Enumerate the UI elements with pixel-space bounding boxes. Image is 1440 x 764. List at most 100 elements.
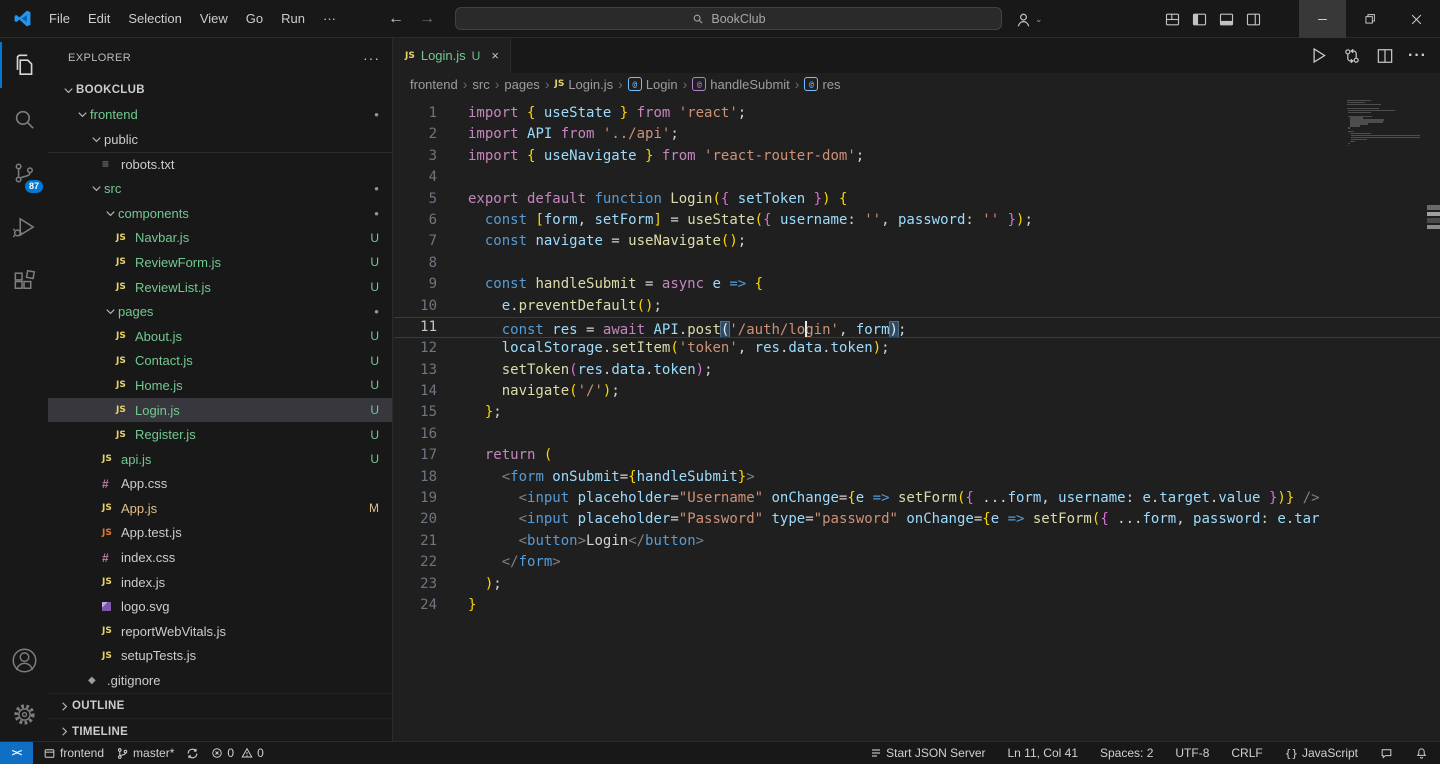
- split-editor-icon[interactable]: [1375, 46, 1395, 66]
- tree-item-reviewlist-js[interactable]: JSReviewList.jsU: [48, 275, 392, 300]
- code-line-6[interactable]: 6 const [form, setForm] = useState({ use…: [394, 210, 1440, 231]
- code-line-5[interactable]: 5export default function Login({ setToke…: [394, 189, 1440, 210]
- tree-item-index-css[interactable]: #index.css: [48, 545, 392, 570]
- activity-run-debug[interactable]: [0, 200, 48, 254]
- code-line-1[interactable]: 1import { useState } from 'react';: [394, 103, 1440, 124]
- toggle-panel-button[interactable]: [1218, 11, 1235, 28]
- forward-arrow-icon[interactable]: →: [419, 10, 435, 28]
- account-menu[interactable]: [0, 633, 48, 687]
- tree-item-public[interactable]: public: [48, 127, 392, 152]
- code-line-13[interactable]: 13 setToken(res.data.token);: [394, 360, 1440, 381]
- menu-[interactable]: ···: [314, 0, 345, 38]
- tree-item-bookclub[interactable]: BOOKCLUB: [48, 78, 392, 103]
- status-indentation[interactable]: Spaces: 2: [1100, 746, 1153, 760]
- tree-item-reviewform-js[interactable]: JSReviewForm.jsU: [48, 250, 392, 275]
- activity-source-control[interactable]: 87: [0, 146, 48, 200]
- status-sync[interactable]: [186, 747, 199, 760]
- menu-file[interactable]: File: [40, 0, 79, 38]
- tree-item-setuptests-js[interactable]: JSsetupTests.js: [48, 644, 392, 669]
- tree-item-contact-js[interactable]: JSContact.jsU: [48, 349, 392, 374]
- settings-menu[interactable]: [0, 687, 48, 741]
- breadcrumb-frontend[interactable]: frontend: [410, 77, 458, 92]
- code-line-2[interactable]: 2import API from '../api';: [394, 124, 1440, 145]
- tab-close-icon[interactable]: ×: [491, 48, 499, 63]
- status-cursor-position[interactable]: Ln 11, Col 41: [1008, 746, 1079, 760]
- command-center-search[interactable]: BookClub: [455, 7, 1002, 30]
- code-line-20[interactable]: 20 <input placeholder="Password" type="p…: [394, 509, 1440, 530]
- code-line-19[interactable]: 19 <input placeholder="Username" onChang…: [394, 488, 1440, 509]
- open-changes-icon[interactable]: [1342, 46, 1362, 66]
- code-line-23[interactable]: 23 );: [394, 574, 1440, 595]
- status-language-mode[interactable]: {}JavaScript: [1285, 746, 1358, 760]
- tree-item-navbar-js[interactable]: JSNavbar.jsU: [48, 226, 392, 251]
- code-line-21[interactable]: 21 <button>Login</button>: [394, 531, 1440, 552]
- activity-search[interactable]: [0, 92, 48, 146]
- code-line-16[interactable]: 16: [394, 424, 1440, 445]
- activity-explorer[interactable]: [0, 38, 48, 92]
- menu-go[interactable]: Go: [237, 0, 272, 38]
- more-actions-icon[interactable]: ···: [1408, 47, 1427, 65]
- restore-button[interactable]: [1346, 0, 1393, 38]
- tree-item-reportwebvitals-js[interactable]: JSreportWebVitals.js: [48, 619, 392, 644]
- tab-login-js[interactable]: JS Login.js U ×: [394, 38, 511, 73]
- code-line-3[interactable]: 3import { useNavigate } from 'react-rout…: [394, 146, 1440, 167]
- back-arrow-icon[interactable]: ←: [388, 10, 404, 28]
- breadcrumb-login[interactable]: @Login: [628, 77, 678, 92]
- code-area[interactable]: 1import { useState } from 'react';2impor…: [394, 95, 1440, 741]
- tree-item-app-test-js[interactable]: JSApp.test.js: [48, 521, 392, 546]
- code-line-7[interactable]: 7 const navigate = useNavigate();: [394, 231, 1440, 252]
- tree-item-logo-svg[interactable]: logo.svg: [48, 594, 392, 619]
- tree-item-app-css[interactable]: #App.css: [48, 472, 392, 497]
- code-line-12[interactable]: 12 localStorage.setItem('token', res.dat…: [394, 338, 1440, 359]
- tree-item-components[interactable]: components●: [48, 201, 392, 226]
- minimap[interactable]: [1347, 100, 1431, 147]
- tree-item-pages[interactable]: pages●: [48, 299, 392, 324]
- status-feedback[interactable]: [1380, 747, 1393, 760]
- code-line-8[interactable]: 8: [394, 253, 1440, 274]
- customize-layout-button[interactable]: [1164, 11, 1181, 28]
- minimize-button[interactable]: [1299, 0, 1346, 38]
- code-line-22[interactable]: 22 </form>: [394, 552, 1440, 573]
- code-line-10[interactable]: 10 e.preventDefault();: [394, 296, 1440, 317]
- code-line-18[interactable]: 18 <form onSubmit={handleSubmit}>: [394, 467, 1440, 488]
- tree-item-home-js[interactable]: JSHome.jsU: [48, 373, 392, 398]
- status-workspace[interactable]: frontend: [43, 746, 104, 760]
- breadcrumb-src[interactable]: src: [472, 77, 489, 92]
- menu-run[interactable]: Run: [272, 0, 314, 38]
- run-file-icon[interactable]: [1308, 45, 1329, 66]
- breadcrumb-handlesubmit[interactable]: @handleSubmit: [692, 77, 790, 92]
- tree-item-login-js[interactable]: JSLogin.jsU: [48, 398, 392, 423]
- breadcrumb-login-js[interactable]: JSLogin.js: [554, 77, 613, 92]
- code-line-9[interactable]: 9 const handleSubmit = async e => {: [394, 274, 1440, 295]
- tree-item-register-js[interactable]: JSRegister.jsU: [48, 422, 392, 447]
- menu-selection[interactable]: Selection: [119, 0, 190, 38]
- tree-item-app-js[interactable]: JSApp.jsM: [48, 496, 392, 521]
- code-line-15[interactable]: 15 };: [394, 402, 1440, 423]
- toggle-primary-sidebar-button[interactable]: [1191, 11, 1208, 28]
- tree-item-robots-txt[interactable]: ≡robots.txt: [48, 152, 392, 177]
- menu-edit[interactable]: Edit: [79, 0, 119, 38]
- toggle-secondary-sidebar-button[interactable]: [1245, 11, 1262, 28]
- status-encoding[interactable]: UTF-8: [1175, 746, 1209, 760]
- close-button[interactable]: [1393, 0, 1440, 38]
- breadcrumb-pages[interactable]: pages: [504, 77, 539, 92]
- code-line-4[interactable]: 4: [394, 167, 1440, 188]
- tree-item-frontend[interactable]: frontend●: [48, 103, 392, 128]
- remote-indicator[interactable]: ><: [0, 742, 33, 764]
- code-line-17[interactable]: 17 return (: [394, 445, 1440, 466]
- status-start-json-server[interactable]: Start JSON Server: [870, 746, 985, 760]
- status-diagnostics[interactable]: 00: [211, 746, 263, 760]
- code-line-24[interactable]: 24}: [394, 595, 1440, 616]
- status-git-branch[interactable]: master*: [116, 746, 174, 760]
- code-line-14[interactable]: 14 navigate('/');: [394, 381, 1440, 402]
- breadcrumb-res[interactable]: @res: [804, 77, 840, 92]
- code-line-11[interactable]: 11 const res = await API.post('/auth/log…: [394, 317, 1440, 338]
- tree-item--gitignore[interactable]: ◆.gitignore: [48, 668, 392, 693]
- tree-item-index-js[interactable]: JSindex.js: [48, 570, 392, 595]
- tree-item-src[interactable]: src●: [48, 176, 392, 201]
- accounts-button[interactable]: ⌄: [1014, 0, 1043, 38]
- menu-view[interactable]: View: [191, 0, 237, 38]
- tree-item-api-js[interactable]: JSapi.jsU: [48, 447, 392, 472]
- activity-extensions[interactable]: [0, 254, 48, 308]
- section-outline[interactable]: OUTLINE: [48, 693, 392, 719]
